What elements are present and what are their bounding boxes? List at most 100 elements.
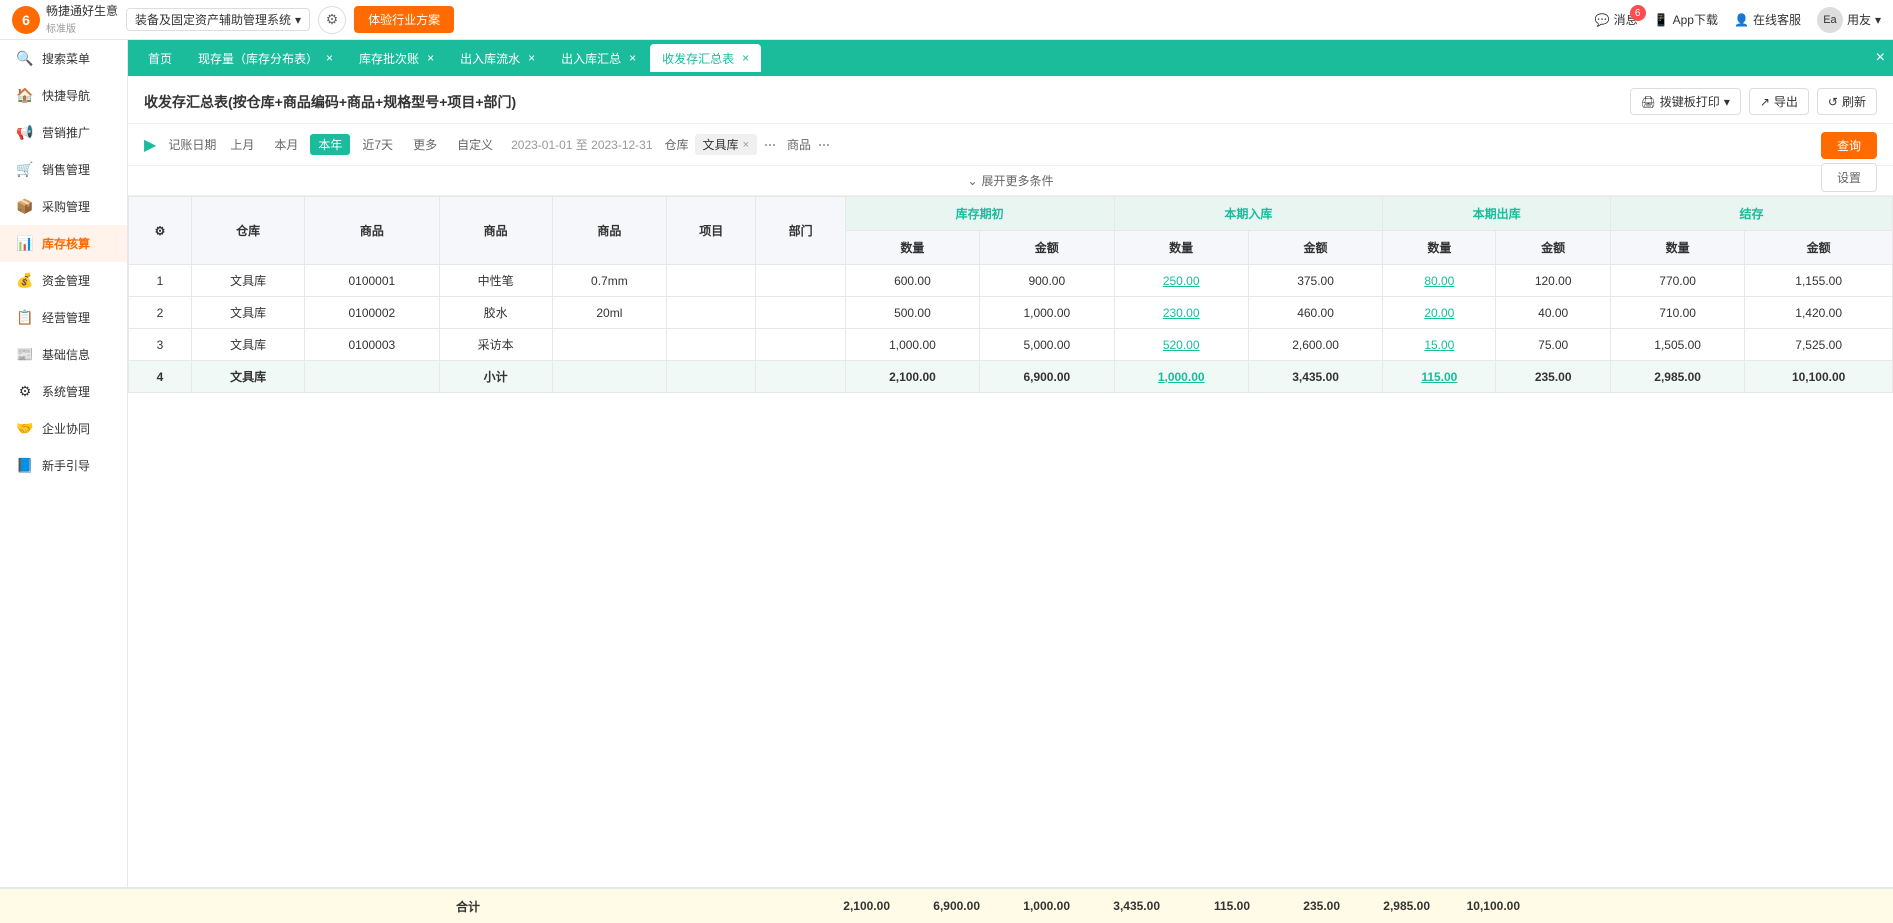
- content-area: 首页 现存量（库存分布表） × 库存批次账 × 出入库流水 × 出入库汇总 ×: [128, 40, 1893, 887]
- table-row: 4文具库小计2,100.006,900.001,000.003,435.0011…: [129, 361, 1893, 393]
- tab-inventory-dist[interactable]: 现存量（库存分布表） ×: [186, 44, 345, 72]
- sidebar-item-marketing[interactable]: 📢 营销推广: [0, 114, 127, 151]
- system-select[interactable]: 装备及固定资产辅助管理系统 ▾: [126, 8, 310, 31]
- col-header-out-amt: 金额: [1496, 231, 1611, 265]
- sidebar-item-enterprise[interactable]: 🤝 企业协同: [0, 410, 127, 447]
- export-icon: ↗: [1760, 95, 1770, 109]
- row-in-qty[interactable]: 250.00: [1114, 265, 1248, 297]
- row-in-amt: 3,435.00: [1248, 361, 1382, 393]
- row-in-qty[interactable]: 1,000.00: [1114, 361, 1248, 393]
- online-service-button[interactable]: 👤 在线客服: [1734, 11, 1801, 28]
- row-in-amt: 460.00: [1248, 297, 1382, 329]
- col-header-period-in: 本期入库: [1114, 197, 1383, 231]
- row-warehouse: 文具库: [192, 297, 305, 329]
- filter-bar: ▶ 记账日期 上月 本月 本年 近7天 更多 自定义 2023-0: [128, 124, 1893, 166]
- table-row: 2文具库0100002胶水20ml500.001,000.00230.00460…: [129, 297, 1893, 329]
- table-settings-icon[interactable]: ⚙: [155, 224, 166, 238]
- sidebar-menu: 🔍 搜索菜单 🏠 快捷导航 📢 营销推广 🛒 销售管理 📦 采购管: [0, 40, 127, 887]
- system-icon: ⚙: [16, 383, 34, 400]
- row-department: [756, 265, 845, 297]
- tab-summary-close[interactable]: ×: [629, 51, 636, 65]
- tab-batch-ledger-label: 库存批次账: [359, 50, 419, 67]
- sidebar-item-system[interactable]: ⚙ 系统管理: [0, 373, 127, 410]
- sidebar-item-quick-nav[interactable]: 🏠 快捷导航: [0, 77, 127, 114]
- experience-button[interactable]: 体验行业方案: [354, 6, 454, 33]
- date-btn-7days[interactable]: 近7天: [354, 134, 401, 155]
- tab-receive-summary-close[interactable]: ×: [742, 51, 749, 65]
- row-out-qty-link[interactable]: 115.00: [1421, 370, 1457, 384]
- date-btn-this-month[interactable]: 本月: [266, 134, 306, 155]
- row-in-qty-link[interactable]: 1,000.00: [1158, 370, 1205, 384]
- goods-filter-label: 商品: [787, 136, 811, 153]
- row-in-qty[interactable]: 230.00: [1114, 297, 1248, 329]
- date-btn-more[interactable]: 更多: [405, 134, 445, 155]
- sidebar-label-finance: 资金管理: [42, 272, 90, 289]
- row-out-qty[interactable]: 115.00: [1383, 361, 1496, 393]
- warehouse-filter-tag[interactable]: 文具库 ×: [695, 134, 757, 155]
- goods-filter-group: 商品 ···: [787, 134, 829, 155]
- tab-receive-summary[interactable]: 收发存汇总表 ×: [650, 44, 761, 72]
- settings-button[interactable]: ⚙: [318, 6, 346, 34]
- row-out-qty-link[interactable]: 15.00: [1424, 338, 1454, 352]
- filter-collapse-button[interactable]: ▶: [144, 135, 156, 155]
- tab-inventory-dist-close[interactable]: ×: [326, 51, 333, 65]
- row-in-qty-link[interactable]: 250.00: [1163, 274, 1200, 288]
- app-download-button[interactable]: 📱 App下载: [1654, 11, 1718, 28]
- print-button[interactable]: 🖨 拨键板打印 ▾: [1630, 88, 1741, 115]
- sidebar-item-finance[interactable]: 💰 资金管理: [0, 262, 127, 299]
- warehouse-more-icon[interactable]: ···: [763, 134, 775, 155]
- row-out-qty-link[interactable]: 80.00: [1424, 274, 1454, 288]
- row-goods-name: 胶水: [439, 297, 552, 329]
- export-button[interactable]: ↗ 导出: [1749, 88, 1809, 115]
- col-header-opening-amt: 金额: [980, 231, 1114, 265]
- sidebar-item-operations[interactable]: 📋 经营管理: [0, 299, 127, 336]
- col-header-warehouse: 仓库: [192, 197, 305, 265]
- row-goods-code: 0100002: [305, 297, 439, 329]
- guide-icon: 📘: [16, 457, 34, 474]
- finance-icon: 💰: [16, 272, 34, 289]
- filter-setting-button[interactable]: 设置: [1821, 163, 1877, 192]
- date-btn-custom[interactable]: 自定义: [449, 134, 501, 155]
- refresh-button[interactable]: ↺ 刷新: [1817, 88, 1877, 115]
- tab-summary[interactable]: 出入库汇总 ×: [549, 44, 648, 72]
- row-in-qty-link[interactable]: 230.00: [1163, 306, 1200, 320]
- col-header-goods-code: 商品: [305, 197, 439, 265]
- tab-flow-close[interactable]: ×: [528, 51, 535, 65]
- row-in-qty-link[interactable]: 520.00: [1163, 338, 1200, 352]
- row-in-amt: 2,600.00: [1248, 329, 1382, 361]
- logo-text-area: 畅捷通好生意 标准版: [46, 4, 118, 35]
- warehouse-tag-close[interactable]: ×: [743, 139, 749, 151]
- tab-flow[interactable]: 出入库流水 ×: [448, 44, 547, 72]
- notification-button[interactable]: 💬 消息 6: [1595, 11, 1638, 28]
- row-out-qty[interactable]: 15.00: [1383, 329, 1496, 361]
- query-button[interactable]: 查询: [1821, 132, 1877, 159]
- date-btn-this-year[interactable]: 本年: [310, 134, 350, 155]
- tab-home-label: 首页: [148, 50, 172, 67]
- sidebar-item-basic-info[interactable]: 📰 基础信息: [0, 336, 127, 373]
- row-closing-amt: 10,100.00: [1745, 361, 1893, 393]
- sidebar-item-inventory[interactable]: 📊 库存核算: [0, 225, 127, 262]
- date-btn-last-month[interactable]: 上月: [222, 134, 262, 155]
- row-closing-qty: 770.00: [1610, 265, 1744, 297]
- user-menu[interactable]: Ea 用友 ▾: [1817, 7, 1881, 33]
- header-actions: 🖨 拨键板打印 ▾ ↗ 导出 ↺ 刷新: [1630, 88, 1877, 115]
- row-project: [667, 297, 756, 329]
- tab-home[interactable]: 首页: [136, 44, 184, 72]
- row-goods-spec: [552, 361, 666, 393]
- row-out-qty[interactable]: 20.00: [1383, 297, 1496, 329]
- sidebar-item-guide[interactable]: 📘 新手引导: [0, 447, 127, 484]
- close-all-tabs-button[interactable]: ×: [1876, 49, 1885, 67]
- sidebar-item-purchase[interactable]: 📦 采购管理: [0, 188, 127, 225]
- col-header-out-qty: 数量: [1383, 231, 1496, 265]
- row-out-qty-link[interactable]: 20.00: [1424, 306, 1454, 320]
- expand-more-conditions-button[interactable]: ⌄ 展开更多条件: [967, 172, 1053, 189]
- tab-batch-ledger[interactable]: 库存批次账 ×: [347, 44, 446, 72]
- tab-batch-ledger-close[interactable]: ×: [427, 51, 434, 65]
- row-out-qty[interactable]: 80.00: [1383, 265, 1496, 297]
- row-in-qty[interactable]: 520.00: [1114, 329, 1248, 361]
- warehouse-tag-text: 文具库: [703, 136, 739, 153]
- row-warehouse: 文具库: [192, 361, 305, 393]
- sidebar-item-search[interactable]: 🔍 搜索菜单: [0, 40, 127, 77]
- sidebar-item-sales[interactable]: 🛒 销售管理: [0, 151, 127, 188]
- goods-more-icon[interactable]: ···: [817, 134, 829, 155]
